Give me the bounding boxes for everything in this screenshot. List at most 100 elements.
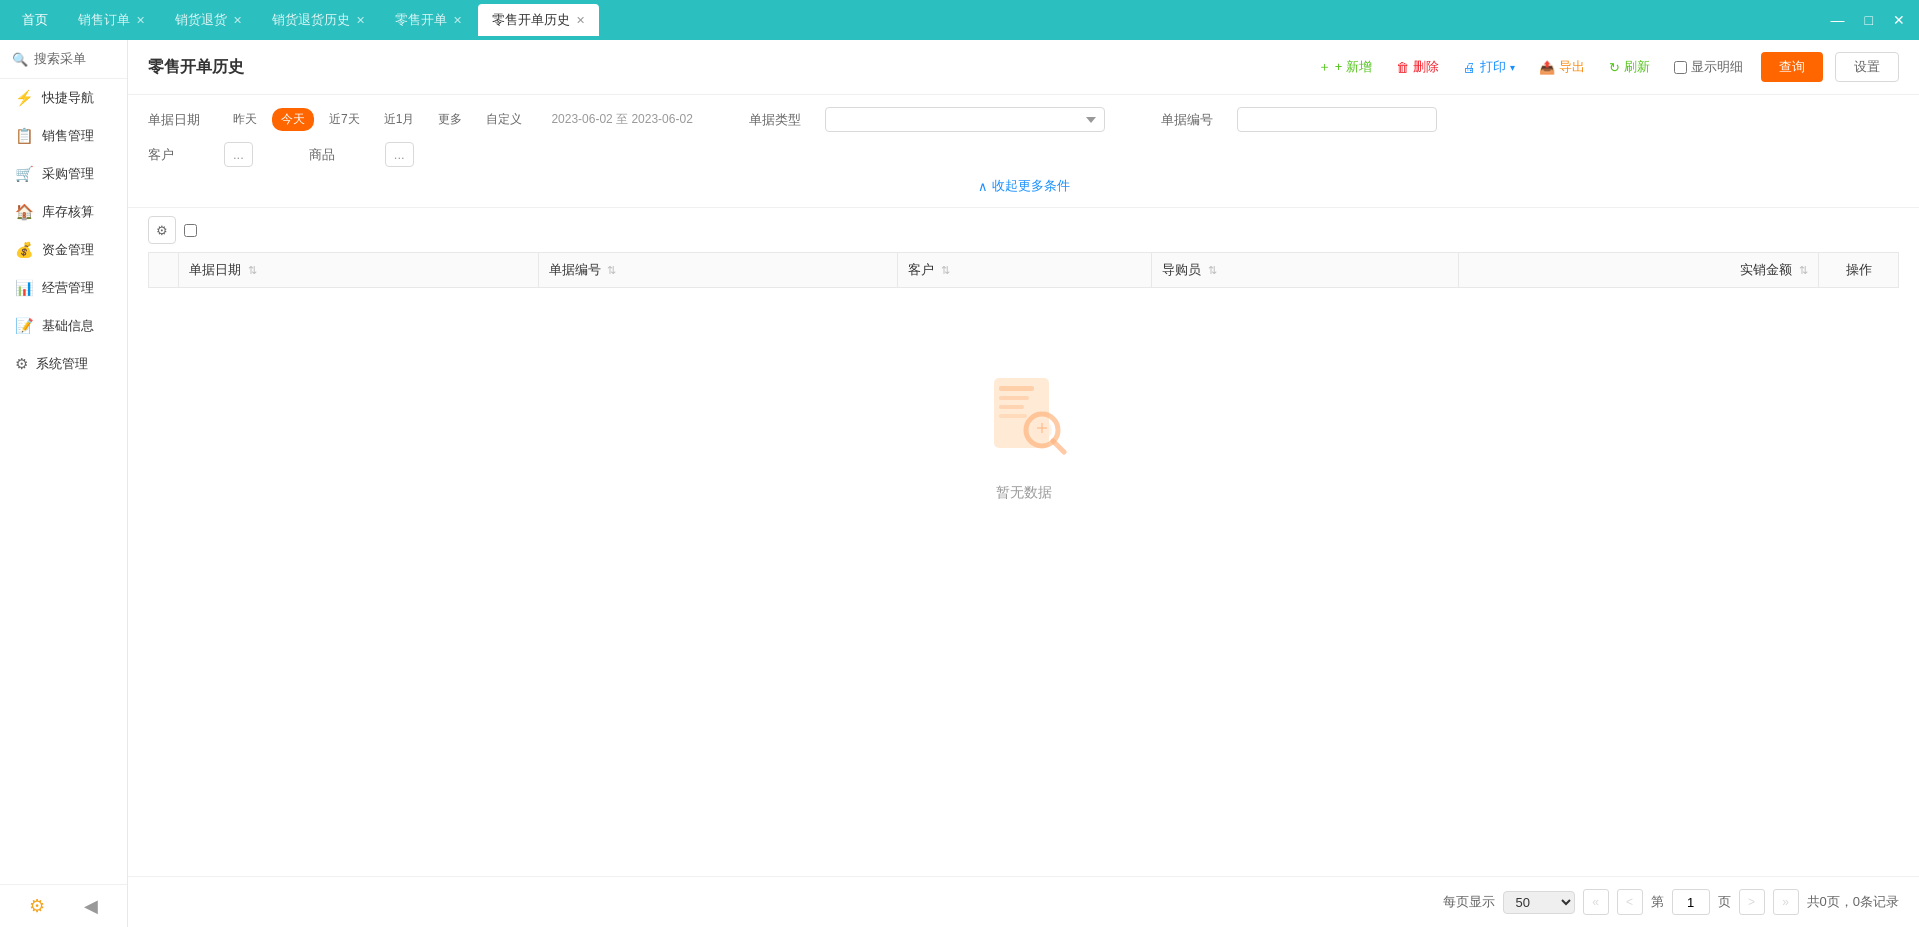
next-page-btn[interactable]: > — [1739, 889, 1765, 915]
type-filter-select[interactable] — [825, 107, 1105, 132]
sidebar-item-operation[interactable]: 📊 经营管理 — [0, 269, 127, 307]
empty-state: 暂无数据 — [148, 288, 1899, 582]
per-page-select[interactable]: 50 10 20 100 — [1503, 891, 1575, 914]
date-filter-label: 单据日期 — [148, 111, 208, 129]
sidebar-item-basic-info[interactable]: 📝 基础信息 — [0, 307, 127, 345]
add-label: + 新增 — [1335, 58, 1372, 76]
date-btn-more[interactable]: 更多 — [429, 108, 471, 131]
tab-home[interactable]: 首页 — [8, 4, 62, 36]
page-title: 零售开单历史 — [148, 57, 1312, 78]
tab-sales-return-close[interactable]: ✕ — [233, 14, 242, 27]
setting-button[interactable]: 设置 — [1835, 52, 1899, 82]
sys-mgmt-icon: ⚙ — [15, 355, 28, 373]
export-button[interactable]: 📤 导出 — [1533, 54, 1591, 80]
delete-label: 删除 — [1413, 58, 1439, 76]
th-guide[interactable]: 导购员 ⇅ — [1152, 253, 1459, 288]
th-date[interactable]: 单据日期 ⇅ — [179, 253, 539, 288]
tab-retail-open-history[interactable]: 零售开单历史 ✕ — [478, 4, 599, 36]
th-amount[interactable]: 实销金额 ⇅ — [1459, 253, 1819, 288]
tab-sales-return[interactable]: 销货退货 ✕ — [161, 4, 256, 36]
sidebar-item-operation-label: 经营管理 — [42, 279, 94, 297]
tab-sales-return-history-close[interactable]: ✕ — [356, 14, 365, 27]
date-range-display: 2023-06-02 至 2023-06-02 — [551, 111, 692, 128]
filter-row-1: 单据日期 昨天 今天 近7天 近1月 更多 自定义 2023-06-02 至 2… — [148, 107, 1899, 132]
date-btn-today[interactable]: 今天 — [272, 108, 314, 131]
type-filter-label: 单据类型 — [749, 111, 809, 129]
sidebar-item-quick-nav-label: 快捷导航 — [42, 89, 94, 107]
sidebar-item-inventory[interactable]: 🏠 库存核算 — [0, 193, 127, 231]
sidebar-search[interactable]: 🔍 搜索采单 — [0, 40, 127, 79]
purchase-mgmt-icon: 🛒 — [15, 165, 34, 183]
basic-info-icon: 📝 — [15, 317, 34, 335]
refresh-button[interactable]: ↻ 刷新 — [1603, 54, 1656, 80]
display-checkbox[interactable] — [1674, 61, 1687, 74]
empty-illustration — [974, 368, 1074, 468]
collapse-btn[interactable]: ∧ 收起更多条件 — [148, 177, 1899, 195]
minimize-btn[interactable]: — — [1825, 10, 1851, 30]
page-header: 零售开单历史 ＋ + 新增 🗑 删除 🖨 打印 ▾ 📤 导出 — [128, 40, 1919, 95]
sort-customer-icon: ⇅ — [941, 264, 950, 276]
collapse-label: 收起更多条件 — [992, 177, 1070, 195]
date-btn-7days[interactable]: 近7天 — [320, 108, 369, 131]
sidebar-search-label: 搜索采单 — [34, 50, 86, 68]
sidebar-item-sys-mgmt[interactable]: ⚙ 系统管理 — [0, 345, 127, 383]
first-page-btn[interactable]: « — [1583, 889, 1609, 915]
sales-mgmt-icon: 📋 — [15, 127, 34, 145]
sidebar-collapse-icon[interactable]: ◀ — [84, 895, 98, 917]
print-icon: 🖨 — [1463, 60, 1476, 75]
svg-line-7 — [1053, 441, 1064, 452]
customer-filter-ellipsis[interactable]: ... — [224, 142, 253, 167]
sidebar-item-sys-mgmt-label: 系统管理 — [36, 355, 88, 373]
sidebar-item-finance[interactable]: 💰 资金管理 — [0, 231, 127, 269]
display-button[interactable]: 显示明细 — [1668, 54, 1749, 80]
tab-sales-return-label: 销货退货 — [175, 11, 227, 29]
tab-retail-open-history-close[interactable]: ✕ — [576, 14, 585, 27]
date-btn-1month[interactable]: 近1月 — [375, 108, 424, 131]
table-settings-btn[interactable]: ⚙ — [148, 216, 176, 244]
search-icon: 🔍 — [12, 52, 28, 67]
print-label: 打印 — [1480, 58, 1506, 76]
sidebar-bottom: ⚙ ◀ — [0, 884, 127, 927]
tab-sales-order-close[interactable]: ✕ — [136, 14, 145, 27]
th-number[interactable]: 单据编号 ⇅ — [538, 253, 898, 288]
query-button[interactable]: 查询 — [1761, 52, 1823, 82]
th-customer[interactable]: 客户 ⇅ — [898, 253, 1152, 288]
sidebar-item-sales-mgmt-label: 销售管理 — [42, 127, 94, 145]
sidebar-item-purchase-mgmt[interactable]: 🛒 采购管理 — [0, 155, 127, 193]
tab-sales-order-label: 销售订单 — [78, 11, 130, 29]
sort-number-icon: ⇅ — [607, 264, 616, 276]
tab-retail-open-close[interactable]: ✕ — [453, 14, 462, 27]
tab-sales-return-history-label: 销货退货历史 — [272, 11, 350, 29]
tab-retail-open[interactable]: 零售开单 ✕ — [381, 4, 476, 36]
sidebar-item-quick-nav[interactable]: ⚡ 快捷导航 — [0, 79, 127, 117]
prev-page-btn[interactable]: < — [1617, 889, 1643, 915]
page-number-input[interactable] — [1672, 889, 1710, 915]
add-icon: ＋ — [1318, 58, 1331, 76]
goods-filter-ellipsis[interactable]: ... — [385, 142, 414, 167]
finance-icon: 💰 — [15, 241, 34, 259]
filter-area: 单据日期 昨天 今天 近7天 近1月 更多 自定义 2023-06-02 至 2… — [128, 95, 1919, 208]
filter-date-btns: 昨天 今天 近7天 近1月 更多 自定义 — [224, 108, 531, 131]
sidebar-item-basic-info-label: 基础信息 — [42, 317, 94, 335]
date-btn-yesterday[interactable]: 昨天 — [224, 108, 266, 131]
select-all-checkbox[interactable] — [184, 224, 197, 237]
per-page-label: 每页显示 — [1443, 893, 1495, 911]
add-button[interactable]: ＋ + 新增 — [1312, 54, 1378, 80]
tab-sales-order[interactable]: 销售订单 ✕ — [64, 4, 159, 36]
sidebar-settings-icon[interactable]: ⚙ — [29, 895, 45, 917]
table-settings-icon: ⚙ — [156, 223, 168, 238]
print-button[interactable]: 🖨 打印 ▾ — [1457, 54, 1521, 80]
refresh-label: 刷新 — [1624, 58, 1650, 76]
maximize-btn[interactable]: □ — [1859, 10, 1879, 30]
main-layout: 🔍 搜索采单 ⚡ 快捷导航 📋 销售管理 🛒 采购管理 🏠 库存核算 💰 资金管… — [0, 40, 1919, 927]
sidebar-item-sales-mgmt[interactable]: 📋 销售管理 — [0, 117, 127, 155]
goods-filter-label: 商品 — [309, 146, 369, 164]
last-page-btn[interactable]: » — [1773, 889, 1799, 915]
close-btn[interactable]: ✕ — [1887, 10, 1911, 30]
date-btn-custom[interactable]: 自定义 — [477, 108, 531, 131]
filter-row-2: 客户 ... 商品 ... — [148, 142, 1899, 167]
number-filter-input[interactable] — [1237, 107, 1437, 132]
delete-button[interactable]: 🗑 删除 — [1390, 54, 1445, 80]
tab-sales-return-history[interactable]: 销货退货历史 ✕ — [258, 4, 379, 36]
svg-rect-2 — [999, 396, 1029, 400]
